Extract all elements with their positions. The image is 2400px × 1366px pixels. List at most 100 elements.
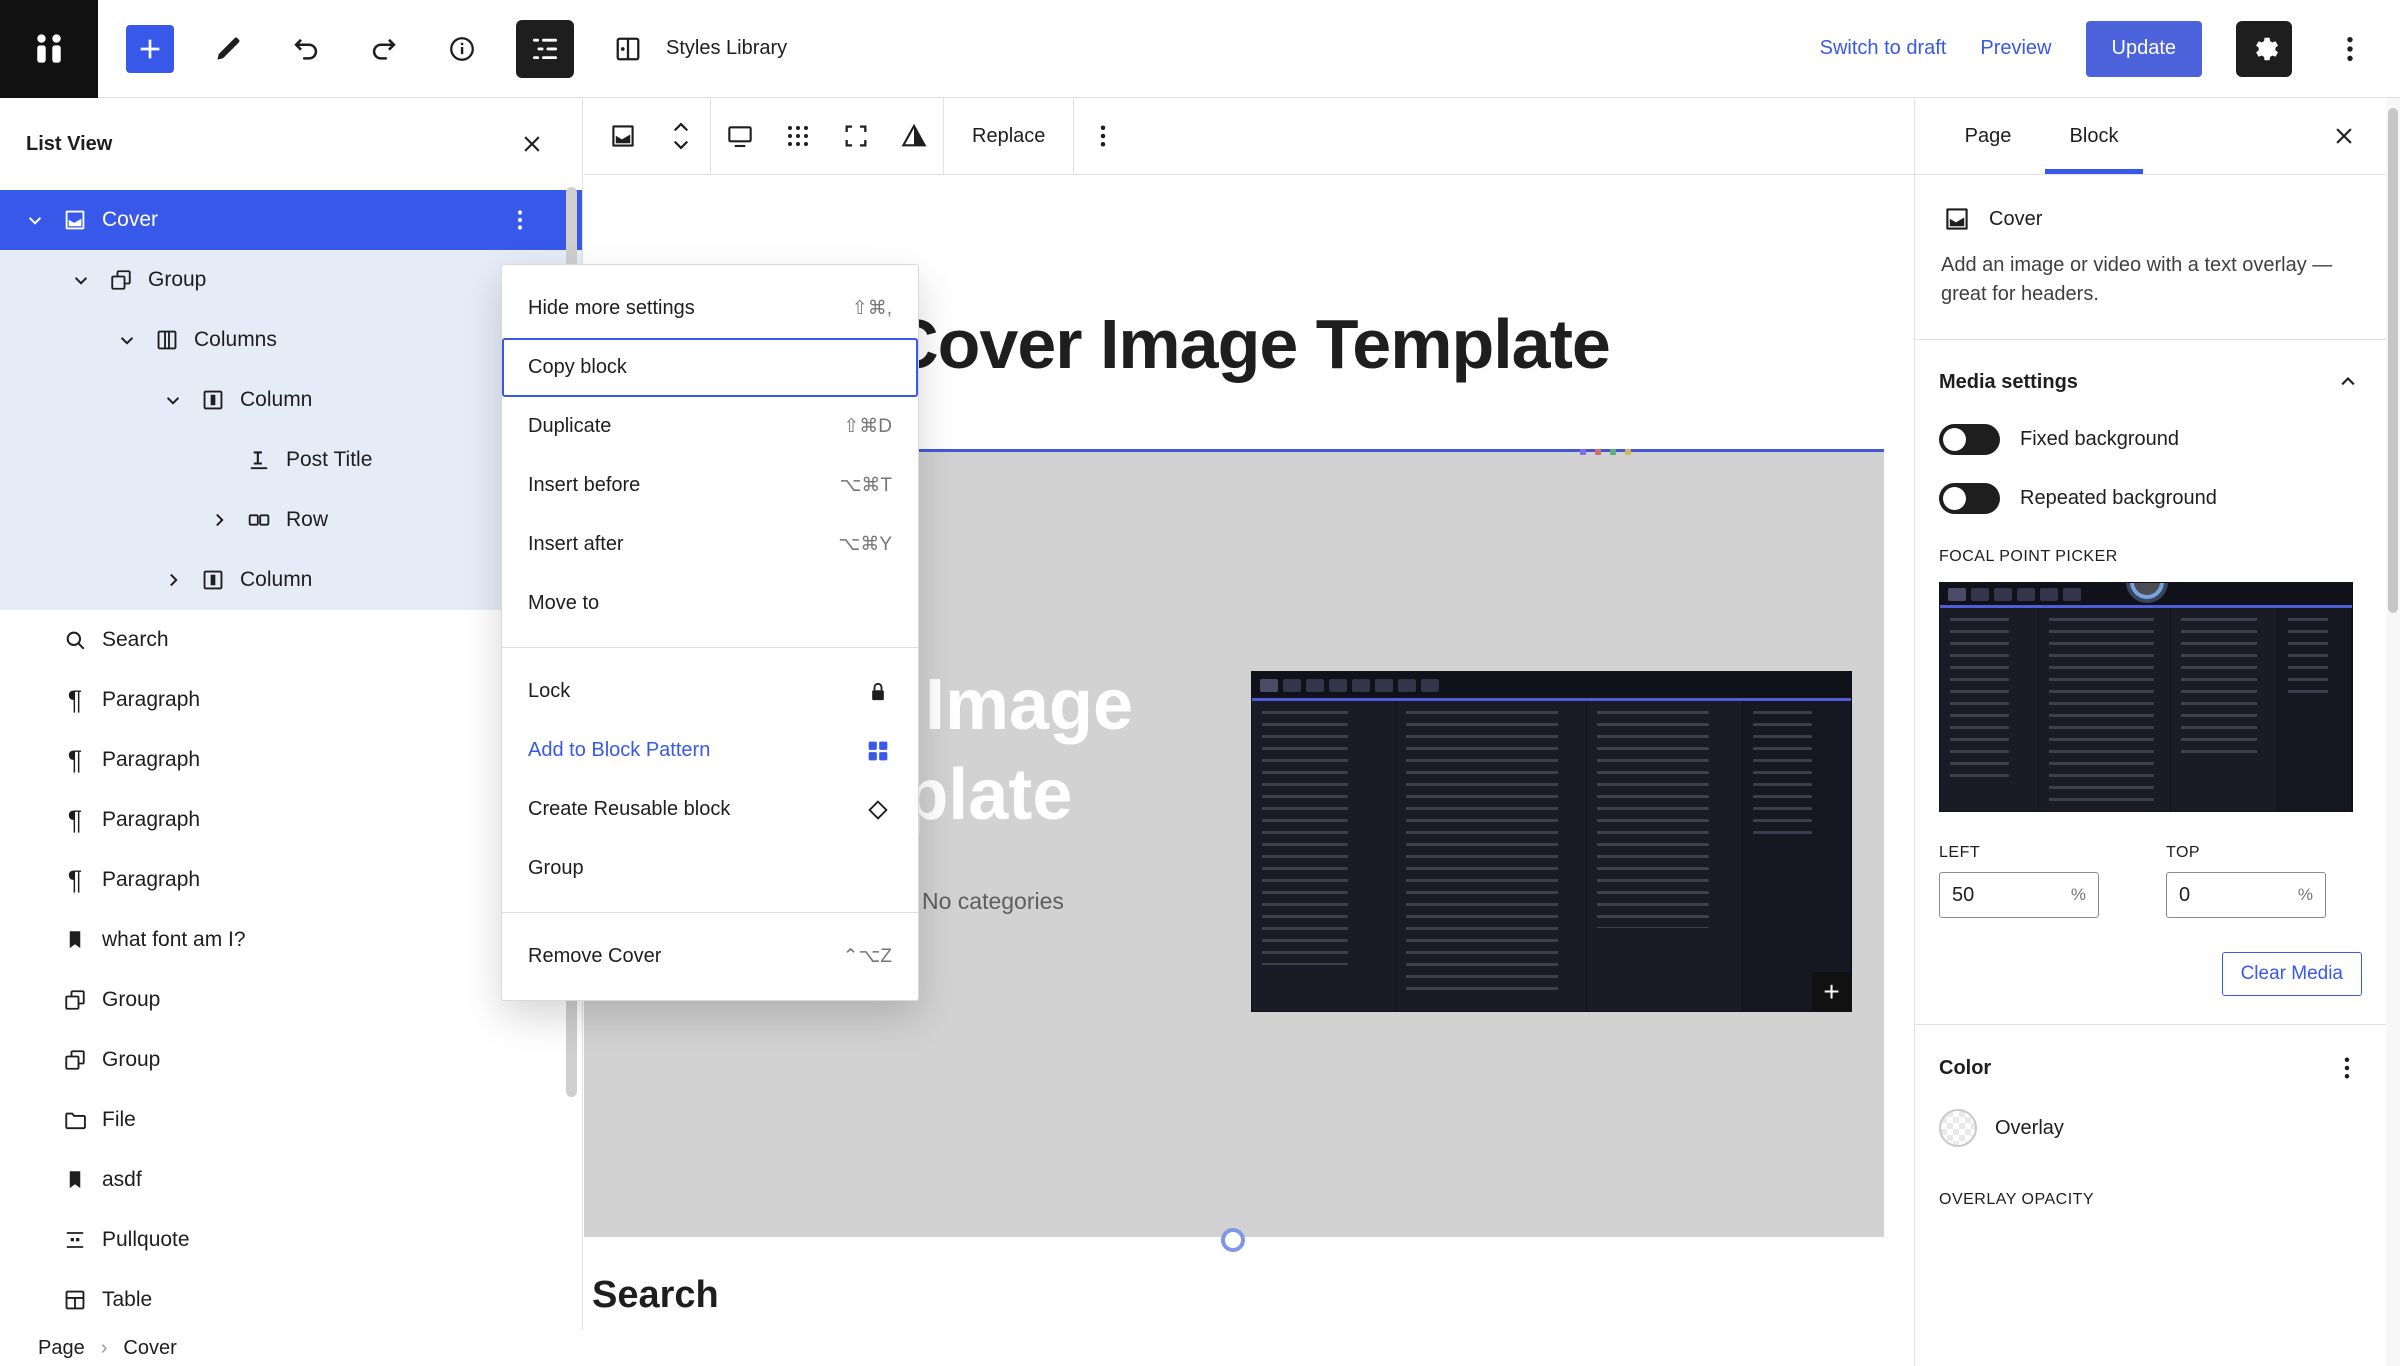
menu-item-copy-block[interactable]: Copy block bbox=[502, 338, 918, 397]
list-view-button[interactable] bbox=[516, 19, 574, 78]
breadcrumb-cover[interactable]: Cover bbox=[123, 1337, 176, 1360]
menu-item-label: Copy block bbox=[528, 356, 627, 378]
add-block-button[interactable] bbox=[126, 24, 174, 73]
chevron-right-icon[interactable] bbox=[202, 503, 236, 537]
focal-point-image[interactable] bbox=[1939, 582, 2353, 812]
align-button[interactable] bbox=[711, 98, 769, 174]
block-options-button[interactable] bbox=[1074, 98, 1132, 174]
cover-block-type-button[interactable] bbox=[594, 98, 652, 174]
chevron-down-icon[interactable] bbox=[156, 383, 190, 417]
post-categories-placeholder[interactable]: No categories bbox=[922, 888, 1064, 915]
menu-item-group[interactable]: Group bbox=[502, 839, 918, 898]
top-input[interactable]: 0 % bbox=[2166, 872, 2326, 918]
item-options-icon[interactable] bbox=[502, 202, 538, 238]
content-position-button[interactable] bbox=[769, 98, 827, 174]
color-options-icon[interactable] bbox=[2332, 1053, 2362, 1083]
menu-item-duplicate[interactable]: Duplicate ⇧⌘D bbox=[502, 397, 918, 456]
block-mover[interactable] bbox=[652, 98, 710, 174]
cover-block-icon bbox=[607, 120, 639, 152]
listview-item-columns[interactable]: Columns bbox=[0, 310, 582, 370]
close-list-view-button[interactable] bbox=[508, 120, 556, 168]
menu-item-lock[interactable]: Lock bbox=[502, 662, 918, 721]
listview-item-paragraph[interactable]: ¶ Paragraph bbox=[0, 790, 582, 850]
info-button[interactable] bbox=[438, 25, 486, 73]
search-heading-block[interactable]: Search bbox=[592, 1274, 719, 1317]
listview-item-label: Column bbox=[240, 388, 313, 411]
tab-page[interactable]: Page bbox=[1935, 98, 2041, 174]
switch-to-draft-link[interactable]: Switch to draft bbox=[1820, 37, 1947, 60]
repeated-background-toggle[interactable] bbox=[1939, 483, 2000, 514]
overlay-color-control[interactable]: Overlay bbox=[1939, 1109, 2362, 1147]
menu-item-insert-before[interactable]: Insert before ⌥⌘T bbox=[502, 456, 918, 515]
percent-unit: % bbox=[2070, 885, 2086, 904]
listview-item-table[interactable]: Table bbox=[0, 1270, 582, 1330]
close-icon bbox=[517, 129, 547, 159]
settings-button[interactable] bbox=[2236, 20, 2292, 77]
chevron-down-icon[interactable] bbox=[18, 203, 52, 237]
listview-item-column[interactable]: Column bbox=[0, 370, 582, 430]
chevron-down-icon[interactable] bbox=[110, 323, 144, 357]
list-view-icon bbox=[527, 31, 563, 67]
close-sidebar-button[interactable] bbox=[2320, 112, 2368, 160]
breadcrumb-page[interactable]: Page bbox=[38, 1337, 85, 1360]
menu-shortcut: ⇧⌘, bbox=[851, 298, 892, 319]
block-appender-button[interactable]: + bbox=[1812, 972, 1851, 1011]
more-options-button[interactable] bbox=[2326, 25, 2374, 73]
menu-item-create-reusable-block[interactable]: Create Reusable block bbox=[502, 780, 918, 839]
chevron-right-icon[interactable] bbox=[156, 563, 190, 597]
listview-item-column-2[interactable]: Column bbox=[0, 550, 582, 610]
scrollbar-thumb[interactable] bbox=[2388, 108, 2398, 613]
tab-block[interactable]: Block bbox=[2041, 98, 2147, 174]
redo-icon bbox=[367, 32, 401, 66]
menu-item-insert-after[interactable]: Insert after ⌥⌘Y bbox=[502, 515, 918, 574]
replace-button[interactable]: Replace bbox=[944, 98, 1073, 174]
settings-sidebar: Page Block Cover Add an image or video w… bbox=[1914, 98, 2386, 1366]
cover-resize-handle[interactable] bbox=[1221, 1228, 1245, 1252]
menu-shortcut: ⌃⌥Z bbox=[842, 946, 892, 967]
full-height-button[interactable] bbox=[827, 98, 885, 174]
list-view-title: List View bbox=[26, 132, 113, 155]
site-logo-button[interactable] bbox=[0, 0, 98, 98]
left-input[interactable]: 50 % bbox=[1939, 872, 2099, 918]
repeated-background-label: Repeated background bbox=[2020, 487, 2217, 509]
listview-item-row[interactable]: Row bbox=[0, 490, 582, 550]
listview-item-label: Paragraph bbox=[102, 748, 201, 771]
preview-link[interactable]: Preview bbox=[1980, 37, 2051, 60]
paragraph-block-icon: ¶ bbox=[67, 804, 83, 835]
undo-icon bbox=[289, 32, 323, 66]
listview-item-group-3[interactable]: Group bbox=[0, 1030, 582, 1090]
undo-button[interactable] bbox=[282, 25, 330, 73]
listview-item-post-title[interactable]: Post Title bbox=[0, 430, 582, 490]
listview-item-search[interactable]: Search bbox=[0, 610, 582, 670]
styles-library-button[interactable] bbox=[604, 25, 652, 73]
clear-media-button[interactable]: Clear Media bbox=[2221, 952, 2362, 996]
chevron-slot bbox=[18, 1163, 52, 1197]
page-scrollbar[interactable] bbox=[2386, 98, 2400, 1366]
menu-item-remove-cover[interactable]: Remove Cover ⌃⌥Z bbox=[502, 927, 918, 986]
chevron-up-icon[interactable] bbox=[2334, 368, 2362, 396]
listview-item-cover[interactable]: Cover bbox=[0, 190, 582, 250]
menu-item-hide-more-settings[interactable]: Hide more settings ⇧⌘, bbox=[502, 279, 918, 338]
cover-inner-image[interactable]: + bbox=[1251, 671, 1852, 1012]
listview-item-paragraph[interactable]: ¶ Paragraph bbox=[0, 730, 582, 790]
listview-item-group[interactable]: Group bbox=[0, 250, 582, 310]
chevron-down-icon[interactable] bbox=[64, 263, 98, 297]
menu-item-add-to-block-pattern[interactable]: Add to Block Pattern bbox=[502, 721, 918, 780]
listview-item-group-2[interactable]: Group bbox=[0, 970, 582, 1030]
fixed-background-toggle[interactable] bbox=[1939, 424, 2000, 455]
edit-tool-button[interactable] bbox=[204, 25, 252, 73]
duotone-filter-button[interactable] bbox=[885, 98, 943, 174]
listview-item-label: Group bbox=[102, 988, 161, 1011]
list-view-tree: Cover Group Columns Column Post Title Ro… bbox=[0, 190, 582, 1330]
listview-item-asdf[interactable]: asdf bbox=[0, 1150, 582, 1210]
listview-item-paragraph[interactable]: ¶ Paragraph bbox=[0, 670, 582, 730]
styles-library-label: Styles Library bbox=[666, 37, 788, 59]
listview-item-pullquote[interactable]: Pullquote bbox=[0, 1210, 582, 1270]
listview-item-what-font[interactable]: what font am I? bbox=[0, 910, 582, 970]
listview-item-paragraph[interactable]: ¶ Paragraph bbox=[0, 850, 582, 910]
overlay-swatch[interactable] bbox=[1939, 1109, 1977, 1147]
update-button[interactable]: Update bbox=[2085, 20, 2202, 77]
redo-button[interactable] bbox=[360, 25, 408, 73]
menu-item-move-to[interactable]: Move to bbox=[502, 574, 918, 633]
listview-item-file[interactable]: File bbox=[0, 1090, 582, 1150]
